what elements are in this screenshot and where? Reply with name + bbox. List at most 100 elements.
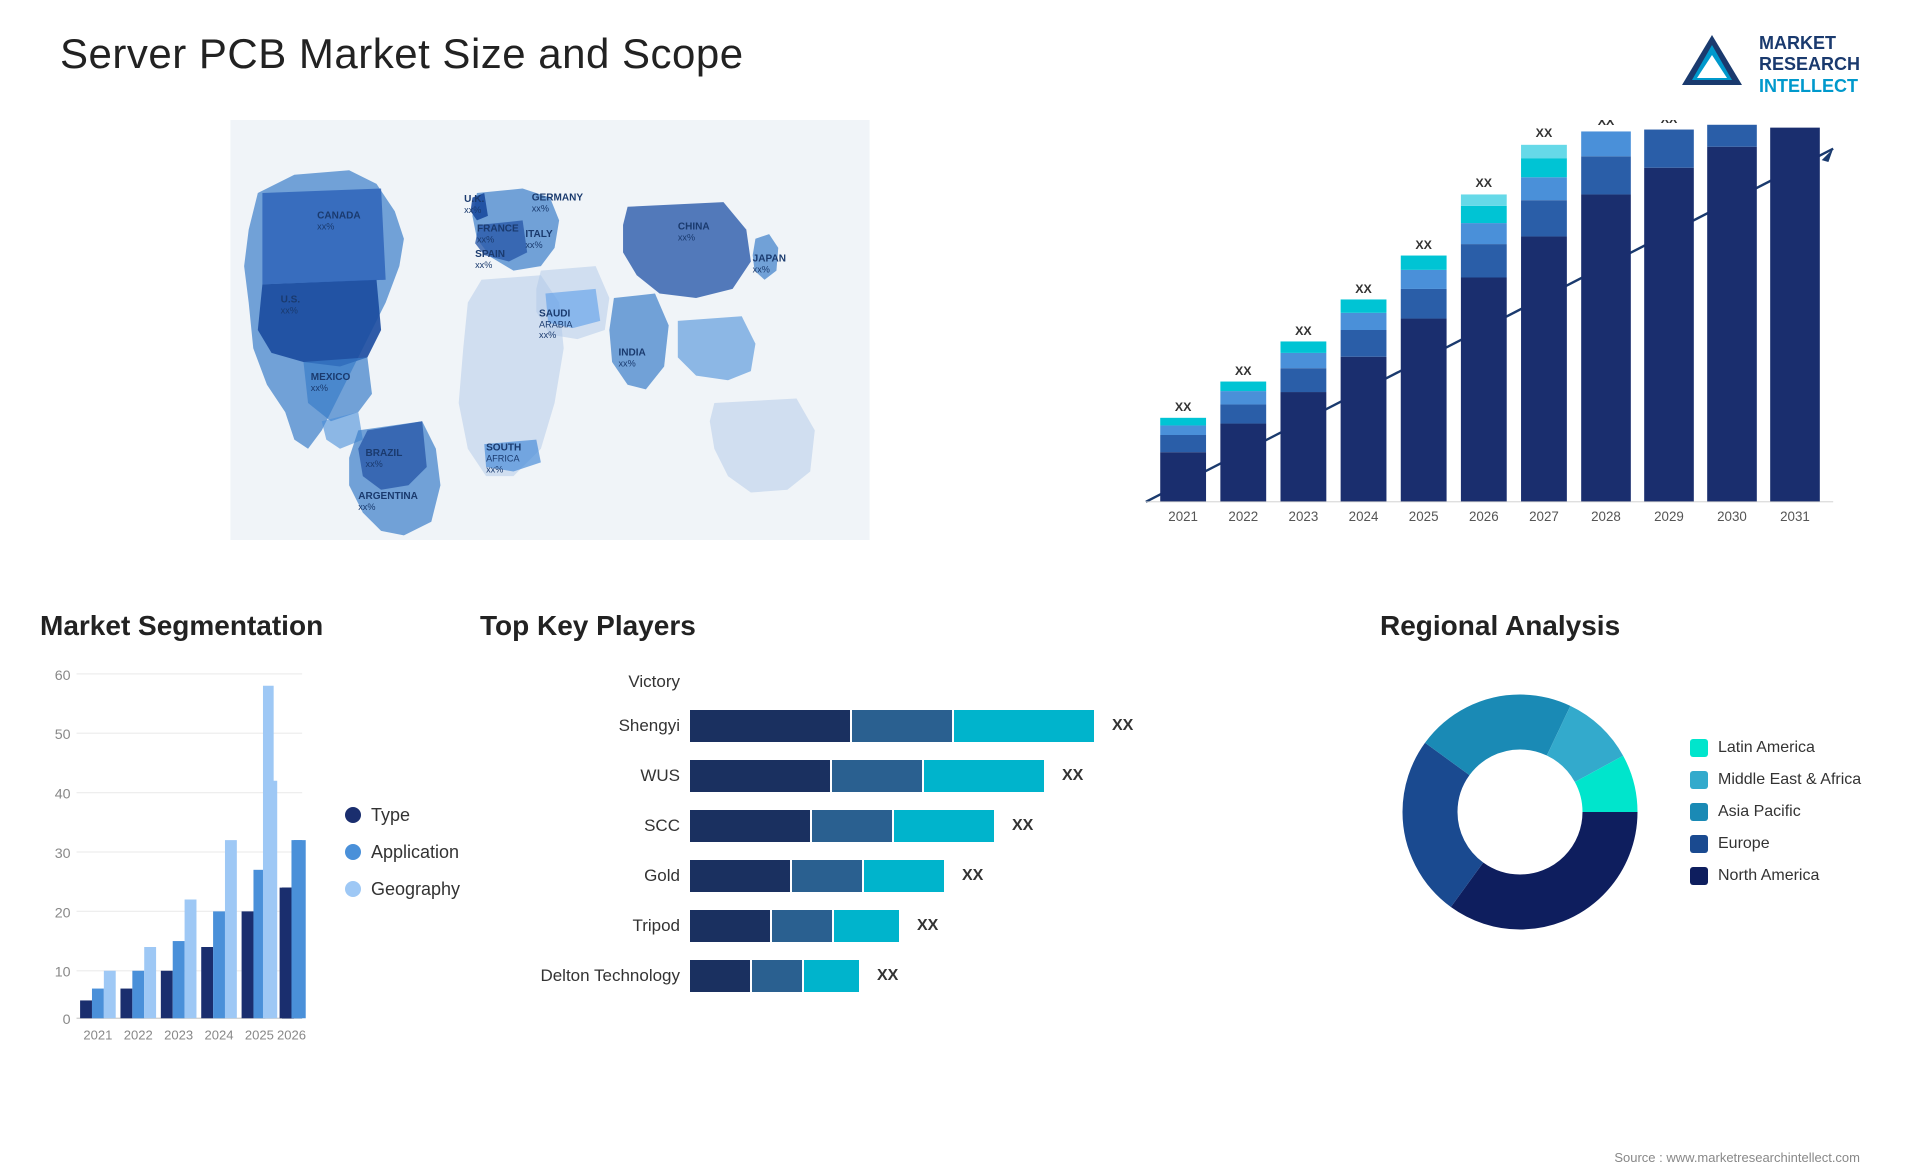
- list-item: Gold XX: [480, 860, 1360, 892]
- legend-dot-geography: [345, 881, 361, 897]
- svg-text:60: 60: [55, 668, 71, 684]
- logo-text: MARKET RESEARCH INTELLECT: [1759, 33, 1860, 98]
- legend-label-application: Application: [371, 842, 459, 863]
- legend-color-latin: [1690, 739, 1708, 757]
- svg-text:2021: 2021: [1168, 509, 1198, 524]
- svg-text:2026: 2026: [277, 1028, 306, 1042]
- svg-text:SOUTH: SOUTH: [486, 443, 521, 454]
- map-section: CANADA xx% U.S. xx% MEXICO xx% BRAZIL xx…: [40, 120, 1060, 600]
- svg-text:xx%: xx%: [678, 233, 695, 243]
- player-bar: [690, 860, 944, 892]
- svg-text:CANADA: CANADA: [317, 211, 360, 222]
- svg-text:xx%: xx%: [539, 330, 556, 340]
- svg-text:BRAZIL: BRAZIL: [366, 448, 403, 459]
- svg-text:AFRICA: AFRICA: [486, 453, 520, 463]
- svg-text:xx%: xx%: [525, 240, 542, 250]
- legend-label-europe: Europe: [1718, 835, 1770, 853]
- svg-text:U.K.: U.K.: [464, 194, 484, 205]
- bar-mid: [832, 760, 922, 792]
- logo-line2: RESEARCH: [1759, 54, 1860, 76]
- legend-type: Type: [345, 805, 460, 826]
- svg-text:INDIA: INDIA: [618, 348, 645, 359]
- svg-text:2024: 2024: [1349, 509, 1379, 524]
- logo-area: MARKET RESEARCH INTELLECT: [1677, 30, 1860, 100]
- world-map: CANADA xx% U.S. xx% MEXICO xx% BRAZIL xx…: [40, 120, 1060, 540]
- player-bar: [690, 710, 1094, 742]
- svg-text:xx%: xx%: [311, 383, 328, 393]
- regional-title: Regional Analysis: [1380, 610, 1880, 642]
- legend-label-na: North America: [1718, 867, 1819, 885]
- svg-text:XX: XX: [1175, 400, 1192, 414]
- svg-text:2025: 2025: [245, 1028, 274, 1042]
- svg-text:XX: XX: [1476, 176, 1493, 190]
- legend-middle-east: Middle East & Africa: [1690, 771, 1861, 789]
- seg-legend: Type Application Geography: [335, 662, 460, 1042]
- player-name: WUS: [480, 766, 680, 786]
- player-bar: [690, 760, 1044, 792]
- svg-text:xx%: xx%: [486, 464, 503, 474]
- svg-text:2023: 2023: [164, 1028, 193, 1042]
- svg-text:XX: XX: [1355, 282, 1372, 296]
- svg-text:2021: 2021: [83, 1028, 112, 1042]
- player-name: Tripod: [480, 916, 680, 936]
- svg-text:JAPAN: JAPAN: [753, 254, 786, 265]
- svg-text:2022: 2022: [124, 1028, 153, 1042]
- page-title: Server PCB Market Size and Scope: [60, 30, 744, 78]
- svg-text:xx%: xx%: [477, 234, 494, 244]
- svg-text:xx%: xx%: [317, 222, 334, 232]
- key-players-section: Top Key Players Victory Shengyi XX WUS: [480, 610, 1360, 1150]
- svg-text:2022: 2022: [1228, 509, 1258, 524]
- legend-color-na: [1690, 867, 1708, 885]
- source-text: Source : www.marketresearchintellect.com: [0, 1150, 1920, 1165]
- svg-text:2025: 2025: [1409, 509, 1439, 524]
- world-map-svg: CANADA xx% U.S. xx% MEXICO xx% BRAZIL xx…: [40, 120, 1060, 540]
- segmentation-section: Market Segmentation 60 50 40 30 20 10 0: [40, 610, 460, 1150]
- svg-text:2026: 2026: [1469, 509, 1499, 524]
- svg-text:2031: 2031: [1780, 509, 1810, 524]
- bar-light: [834, 910, 899, 942]
- regional-legend: Latin America Middle East & Africa Asia …: [1690, 739, 1861, 885]
- legend-label-apac: Asia Pacific: [1718, 803, 1801, 821]
- player-name: SCC: [480, 816, 680, 836]
- list-item: WUS XX: [480, 760, 1360, 792]
- bar-dark: [690, 960, 750, 992]
- list-item: Tripod XX: [480, 910, 1360, 942]
- logo-line3: INTELLECT: [1759, 76, 1860, 98]
- player-value: XX: [1062, 767, 1083, 785]
- list-item: Victory: [480, 672, 1360, 692]
- bar-light: [894, 810, 994, 842]
- player-bar: [690, 810, 994, 842]
- regional-container: Latin America Middle East & Africa Asia …: [1380, 662, 1880, 952]
- bar-light: [864, 860, 944, 892]
- svg-text:40: 40: [55, 787, 71, 803]
- svg-text:SAUDI: SAUDI: [539, 308, 570, 319]
- svg-text:2023: 2023: [1289, 509, 1319, 524]
- legend-color-europe: [1690, 835, 1708, 853]
- player-name: Shengyi: [480, 716, 680, 736]
- header: Server PCB Market Size and Scope MARKET …: [0, 0, 1920, 120]
- svg-text:SPAIN: SPAIN: [475, 249, 505, 260]
- top-row: CANADA xx% U.S. xx% MEXICO xx% BRAZIL xx…: [0, 120, 1920, 600]
- player-value: XX: [962, 867, 983, 885]
- key-players-title: Top Key Players: [480, 610, 1360, 642]
- svg-text:xx%: xx%: [753, 264, 770, 274]
- bar-dark: [690, 810, 810, 842]
- legend-latin-america: Latin America: [1690, 739, 1861, 757]
- svg-text:2029: 2029: [1654, 509, 1684, 524]
- growth-chart-svg: XX XX XX XX: [1080, 120, 1880, 540]
- segmentation-title: Market Segmentation: [40, 610, 460, 642]
- player-bar: [690, 960, 859, 992]
- legend-geography: Geography: [345, 879, 460, 900]
- bar-light: [924, 760, 1044, 792]
- legend-europe: Europe: [1690, 835, 1861, 853]
- player-name: Gold: [480, 866, 680, 886]
- bar-mid: [792, 860, 862, 892]
- svg-text:xx%: xx%: [464, 205, 481, 215]
- bar-light: [804, 960, 859, 992]
- legend-color-mea: [1690, 771, 1708, 789]
- svg-text:2030: 2030: [1717, 509, 1747, 524]
- svg-text:GERMANY: GERMANY: [532, 192, 584, 203]
- legend-asia-pacific: Asia Pacific: [1690, 803, 1861, 821]
- svg-text:XX: XX: [1295, 324, 1312, 338]
- svg-text:XX: XX: [1235, 364, 1252, 378]
